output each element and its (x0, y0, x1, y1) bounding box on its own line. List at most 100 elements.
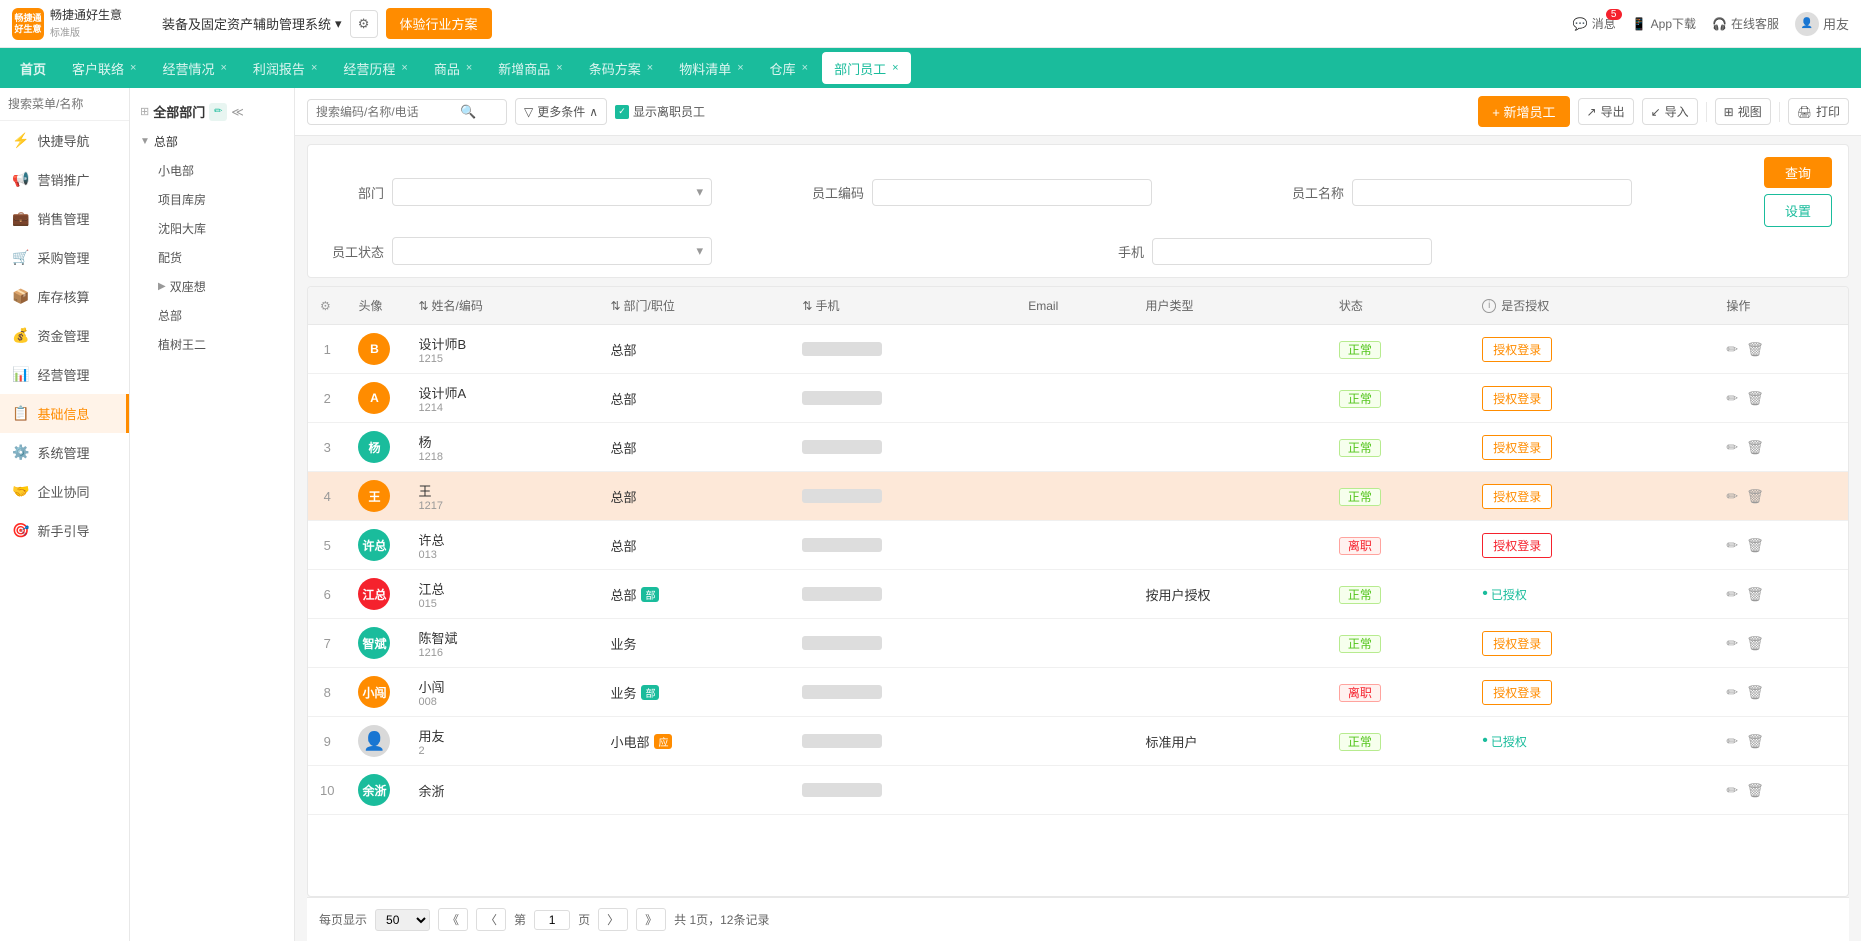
online-service-btn[interactable]: 🎧 在线客服 (1712, 15, 1779, 32)
tab-goods[interactable]: 商品 × (422, 52, 484, 84)
more-filter-btn[interactable]: ▽ 更多条件 ∧ (515, 98, 607, 125)
edit-btn[interactable]: ✏ (1726, 635, 1738, 652)
export-btn[interactable]: ↗ 导出 (1578, 98, 1634, 125)
sidebar-item-collab[interactable]: 🤝 企业协同 (0, 472, 129, 511)
delete-btn[interactable]: 🗑 (1746, 341, 1764, 358)
close-icon[interactable]: × (401, 62, 407, 74)
sidebar-item-basic[interactable]: 📋 基础信息 (0, 394, 129, 433)
dept-item-shuangzuo[interactable]: ▶双座想 (130, 272, 294, 301)
message-btn[interactable]: 💬 消息 5 (1573, 15, 1616, 32)
sidebar-item-inventory[interactable]: 📦 库存核算 (0, 277, 129, 316)
sidebar-item-finance[interactable]: 💰 资金管理 (0, 316, 129, 355)
set-button[interactable]: 设置 (1764, 194, 1832, 227)
edit-btn[interactable]: ✏ (1726, 782, 1738, 799)
prev-page-btn[interactable]: 〈 (476, 908, 506, 931)
edit-btn[interactable]: ✏ (1726, 488, 1738, 505)
sidebar-item-purchase[interactable]: 🛒 采购管理 (0, 238, 129, 277)
tab-history[interactable]: 经营历程 × (331, 52, 419, 84)
view-btn[interactable]: ⊞ 视图 (1715, 98, 1771, 125)
dept-item-shenyang[interactable]: 沈阳大库 (130, 214, 294, 243)
th-name[interactable]: ⇅姓名/编码 (406, 287, 598, 325)
delete-btn[interactable]: 🗑 (1746, 586, 1764, 603)
close-icon[interactable]: × (466, 62, 472, 74)
sidebar-item-marketing[interactable]: 📢 营销推广 (0, 160, 129, 199)
dept-select[interactable]: ▾ (392, 178, 712, 206)
sidebar-item-sales[interactable]: 💼 销售管理 (0, 199, 129, 238)
delete-btn[interactable]: 🗑 (1746, 537, 1764, 554)
auth-login-btn[interactable]: 授权登录 (1482, 337, 1552, 362)
tab-home[interactable]: 首页 (8, 52, 58, 84)
delete-btn[interactable]: 🗑 (1746, 782, 1764, 799)
delete-btn[interactable]: 🗑 (1746, 684, 1764, 701)
edit-btn[interactable]: ✏ (1726, 439, 1738, 456)
delete-btn[interactable]: 🗑 (1746, 390, 1764, 407)
dept-edit-icon[interactable]: ✏ (209, 103, 227, 121)
tab-bom[interactable]: 物料清单 × (667, 52, 755, 84)
tab-warehouse[interactable]: 仓库 × (758, 52, 820, 84)
close-icon[interactable]: × (130, 62, 136, 74)
close-icon[interactable]: × (802, 62, 808, 74)
edit-btn[interactable]: ✏ (1726, 390, 1738, 407)
dept-item-zongbu[interactable]: 总部 (130, 301, 294, 330)
tab-department[interactable]: 部门员工 × (822, 52, 910, 84)
th-phone[interactable]: ⇅手机 (790, 287, 1016, 325)
sidebar-item-business[interactable]: 📊 经营管理 (0, 355, 129, 394)
auth-login-btn[interactable]: 授权登录 (1482, 435, 1552, 460)
dept-item-delivery[interactable]: 配货 (130, 243, 294, 272)
edit-btn[interactable]: ✏ (1726, 586, 1738, 603)
sidebar-item-system[interactable]: ⚙️ 系统管理 (0, 433, 129, 472)
dept-item-project[interactable]: 项目库房 (130, 185, 294, 214)
tab-profit[interactable]: 利润报告 × (241, 52, 329, 84)
info-icon[interactable]: i (1482, 299, 1496, 313)
edit-btn[interactable]: ✏ (1726, 733, 1738, 750)
delete-btn[interactable]: 🗑 (1746, 635, 1764, 652)
dept-item-xiaodibu[interactable]: 小电部 (130, 156, 294, 185)
dept-collapse-icon[interactable]: ≪ (231, 105, 244, 119)
emp-code-input[interactable] (872, 179, 1152, 206)
close-icon[interactable]: × (556, 62, 562, 74)
tab-add-goods[interactable]: 新增商品 × (486, 52, 574, 84)
sidebar-item-nav[interactable]: ⚡ 快捷导航 (0, 121, 129, 160)
th-dept[interactable]: ⇅部门/职位 (598, 287, 790, 325)
close-icon[interactable]: × (220, 62, 226, 74)
sidebar-search-input[interactable] (8, 97, 130, 111)
dept-item-zhishu[interactable]: 植树王二 (130, 330, 294, 359)
auth-login-btn[interactable]: 授权登录 (1482, 484, 1552, 509)
delete-btn[interactable]: 🗑 (1746, 439, 1764, 456)
tab-customer[interactable]: 客户联络 × (60, 52, 148, 84)
first-page-btn[interactable]: 《 (438, 908, 468, 931)
tab-barcode[interactable]: 条码方案 × (577, 52, 665, 84)
add-employee-button[interactable]: + 新增员工 (1478, 96, 1569, 127)
print-btn[interactable]: 🖨 打印 (1788, 98, 1849, 125)
status-select[interactable]: ▾ (392, 237, 712, 265)
user-area[interactable]: 👤 用友 (1795, 12, 1849, 36)
auth-login-btn[interactable]: 授权登录 (1482, 680, 1552, 705)
delete-btn[interactable]: 🗑 (1746, 733, 1764, 750)
edit-btn[interactable]: ✏ (1726, 341, 1738, 358)
sidebar-item-guide[interactable]: 🎯 新手引导 (0, 511, 129, 550)
last-page-btn[interactable]: 》 (636, 908, 666, 931)
close-icon[interactable]: × (892, 62, 898, 74)
phone-input[interactable] (1152, 238, 1432, 265)
app-download-btn[interactable]: 📱 App下载 (1632, 15, 1696, 32)
edit-btn[interactable]: ✏ (1726, 684, 1738, 701)
trial-button[interactable]: 体验行业方案 (386, 8, 492, 39)
page-number-input[interactable] (534, 910, 570, 930)
th-settings[interactable]: ⚙ (308, 287, 346, 325)
settings-icon-btn[interactable]: ⚙ (350, 10, 378, 38)
dept-group-headquarters[interactable]: ▼ 总部 (130, 127, 294, 156)
search-input[interactable] (316, 105, 456, 119)
system-title-dropdown[interactable]: 装备及固定资产辅助管理系统 ▾ (162, 14, 342, 33)
page-size-select[interactable]: 50 100 (375, 909, 430, 931)
auth-login-btn[interactable]: 授权登录 (1482, 386, 1552, 411)
import-btn[interactable]: ↙ 导入 (1642, 98, 1698, 125)
close-icon[interactable]: × (647, 62, 653, 74)
tab-operations[interactable]: 经营情况 × (150, 52, 238, 84)
auth-login-btn[interactable]: 授权登录 (1482, 533, 1552, 558)
close-icon[interactable]: × (311, 62, 317, 74)
query-button[interactable]: 查询 (1764, 157, 1832, 188)
next-page-btn[interactable]: 〉 (598, 908, 628, 931)
edit-btn[interactable]: ✏ (1726, 537, 1738, 554)
auth-login-btn[interactable]: 授权登录 (1482, 631, 1552, 656)
close-icon[interactable]: × (737, 62, 743, 74)
